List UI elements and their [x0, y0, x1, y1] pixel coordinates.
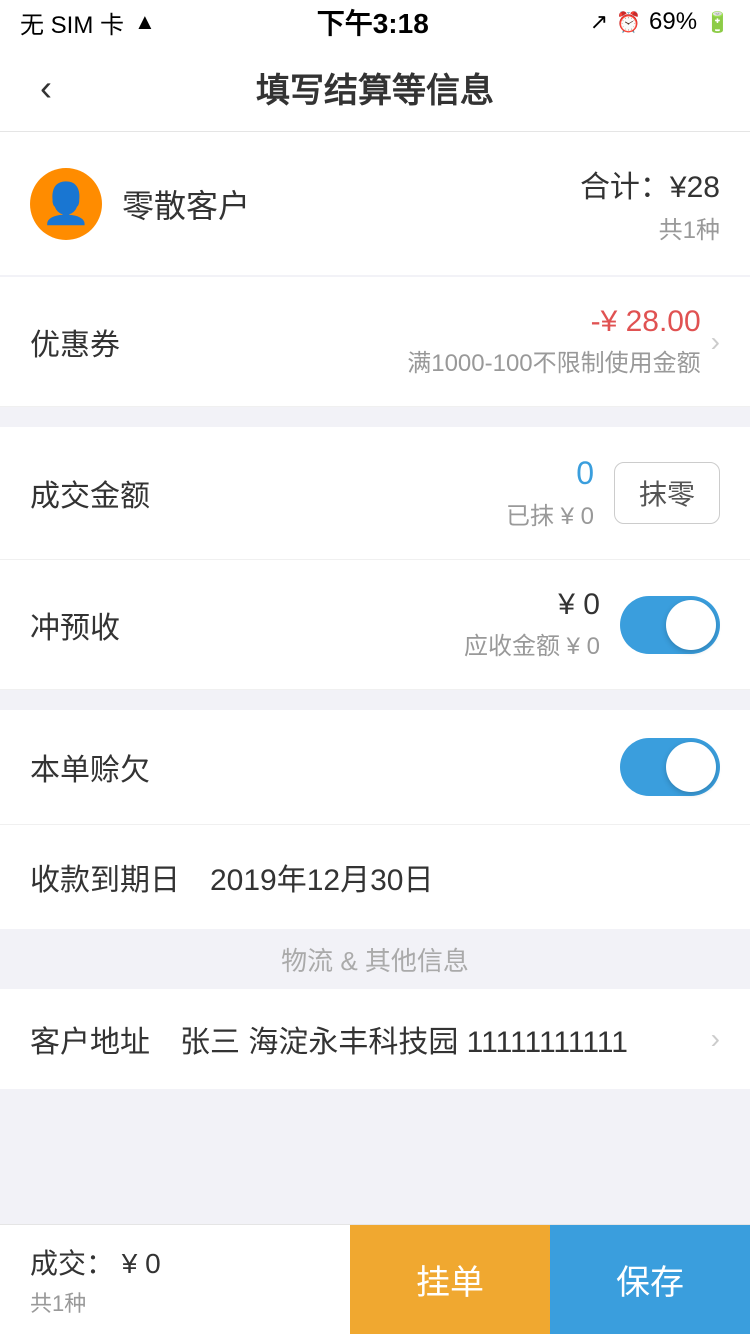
logistics-section-header: 物流 & 其他信息 [0, 929, 750, 989]
customer-name: 零散客户 [122, 181, 250, 227]
toggle-knob [666, 600, 716, 650]
section-divider-1 [0, 407, 750, 427]
transaction-sub: 已抹 ¥ 0 [506, 496, 594, 531]
footer: 成交： ¥ 0 共1种 挂单 保存 [0, 1224, 750, 1334]
coupon-discount: -¥ 28.00 [407, 305, 700, 339]
prepayment-row: 冲预收 ¥ 0 应收金额 ¥ 0 [0, 560, 750, 690]
footer-count: 共1种 [30, 1286, 320, 1318]
alarm-icon: ⏰ [616, 10, 641, 35]
prepayment-sub: 应收金额 ¥ 0 [464, 626, 600, 661]
total-count: 共1种 [580, 210, 720, 245]
address-value: 张三 海淀永丰科技园 11111111111 [180, 1017, 681, 1061]
address-row[interactable]: 客户地址 张三 海淀永丰科技园 11111111111 › [0, 989, 750, 1089]
due-date-value: 2019年12月30日 [210, 855, 433, 899]
address-label: 客户地址 [30, 1017, 150, 1061]
status-right: ↗ ⏰ 69% 🔋 [590, 8, 730, 36]
prepayment-toggle[interactable] [620, 596, 720, 654]
status-time: 下午3:18 [317, 2, 429, 42]
coupon-row[interactable]: 优惠券 -¥ 28.00 满1000-100不限制使用金额 › [0, 277, 750, 407]
back-button[interactable]: ‹ [30, 57, 62, 119]
battery-icon: 🔋 [705, 10, 730, 35]
footer-buttons: 挂单 保存 [350, 1225, 750, 1334]
hang-single-button[interactable]: 挂单 [350, 1225, 550, 1334]
due-date-label: 收款到期日 [30, 855, 180, 899]
credit-right [620, 738, 720, 796]
credit-toggle[interactable] [620, 738, 720, 796]
transaction-row: 成交金额 0 已抹 ¥ 0 抹零 [0, 427, 750, 560]
customer-row: 👤 零散客户 合计：¥28 共1种 [0, 132, 750, 275]
prepayment-value: ¥ 0 [558, 588, 600, 621]
avatar-icon: 👤 [41, 180, 91, 227]
footer-deal-value: ¥ 0 [122, 1248, 161, 1279]
prepayment-right: ¥ 0 应收金额 ¥ 0 [464, 588, 720, 661]
section-divider-2 [0, 690, 750, 710]
status-bar: 无 SIM 卡 ▲ 下午3:18 ↗ ⏰ 69% 🔋 [0, 0, 750, 44]
chevron-right-icon: › [711, 326, 720, 358]
credit-row: 本单赊欠 [0, 710, 750, 825]
prepayment-value-group: ¥ 0 应收金额 ¥ 0 [464, 588, 600, 661]
logistics-label: 物流 & 其他信息 [281, 941, 469, 978]
save-button[interactable]: 保存 [550, 1225, 750, 1334]
transaction-value-group: 0 已抹 ¥ 0 [506, 455, 594, 531]
prepayment-label: 冲预收 [30, 603, 120, 647]
battery-label: 69% [649, 8, 697, 36]
footer-spacer [0, 1089, 750, 1209]
carrier-label: 无 SIM 卡 [20, 5, 124, 40]
wifi-icon: ▲ [134, 9, 156, 35]
status-left: 无 SIM 卡 ▲ [20, 5, 156, 40]
transaction-value: 0 [576, 455, 594, 491]
location-icon: ↗ [590, 9, 608, 35]
transaction-label: 成交金额 [30, 471, 150, 515]
address-chevron-icon: › [711, 1023, 720, 1055]
due-date-row: 收款到期日 2019年12月30日 [0, 825, 750, 929]
footer-deal-label: 成交： [30, 1248, 114, 1279]
footer-info: 成交： ¥ 0 共1种 [0, 1242, 350, 1318]
coupon-right: -¥ 28.00 满1000-100不限制使用金额 › [407, 305, 720, 378]
round-zero-button[interactable]: 抹零 [614, 462, 720, 524]
coupon-description: 满1000-100不限制使用金额 [407, 343, 700, 378]
credit-toggle-knob [666, 742, 716, 792]
coupon-label: 优惠券 [30, 320, 120, 364]
transaction-right: 0 已抹 ¥ 0 抹零 [506, 455, 720, 531]
avatar: 👤 [30, 168, 102, 240]
nav-bar: ‹ 填写结算等信息 [0, 44, 750, 132]
credit-label: 本单赊欠 [30, 745, 150, 789]
page-title: 填写结算等信息 [256, 63, 494, 112]
customer-totals: 合计：¥28 共1种 [580, 162, 720, 245]
content-area: 👤 零散客户 合计：¥28 共1种 优惠券 -¥ 28.00 满1000-100… [0, 132, 750, 1209]
footer-deal: 成交： ¥ 0 [30, 1242, 320, 1282]
coupon-info: -¥ 28.00 满1000-100不限制使用金额 [407, 305, 700, 378]
total-amount: 合计：¥28 [580, 162, 720, 206]
